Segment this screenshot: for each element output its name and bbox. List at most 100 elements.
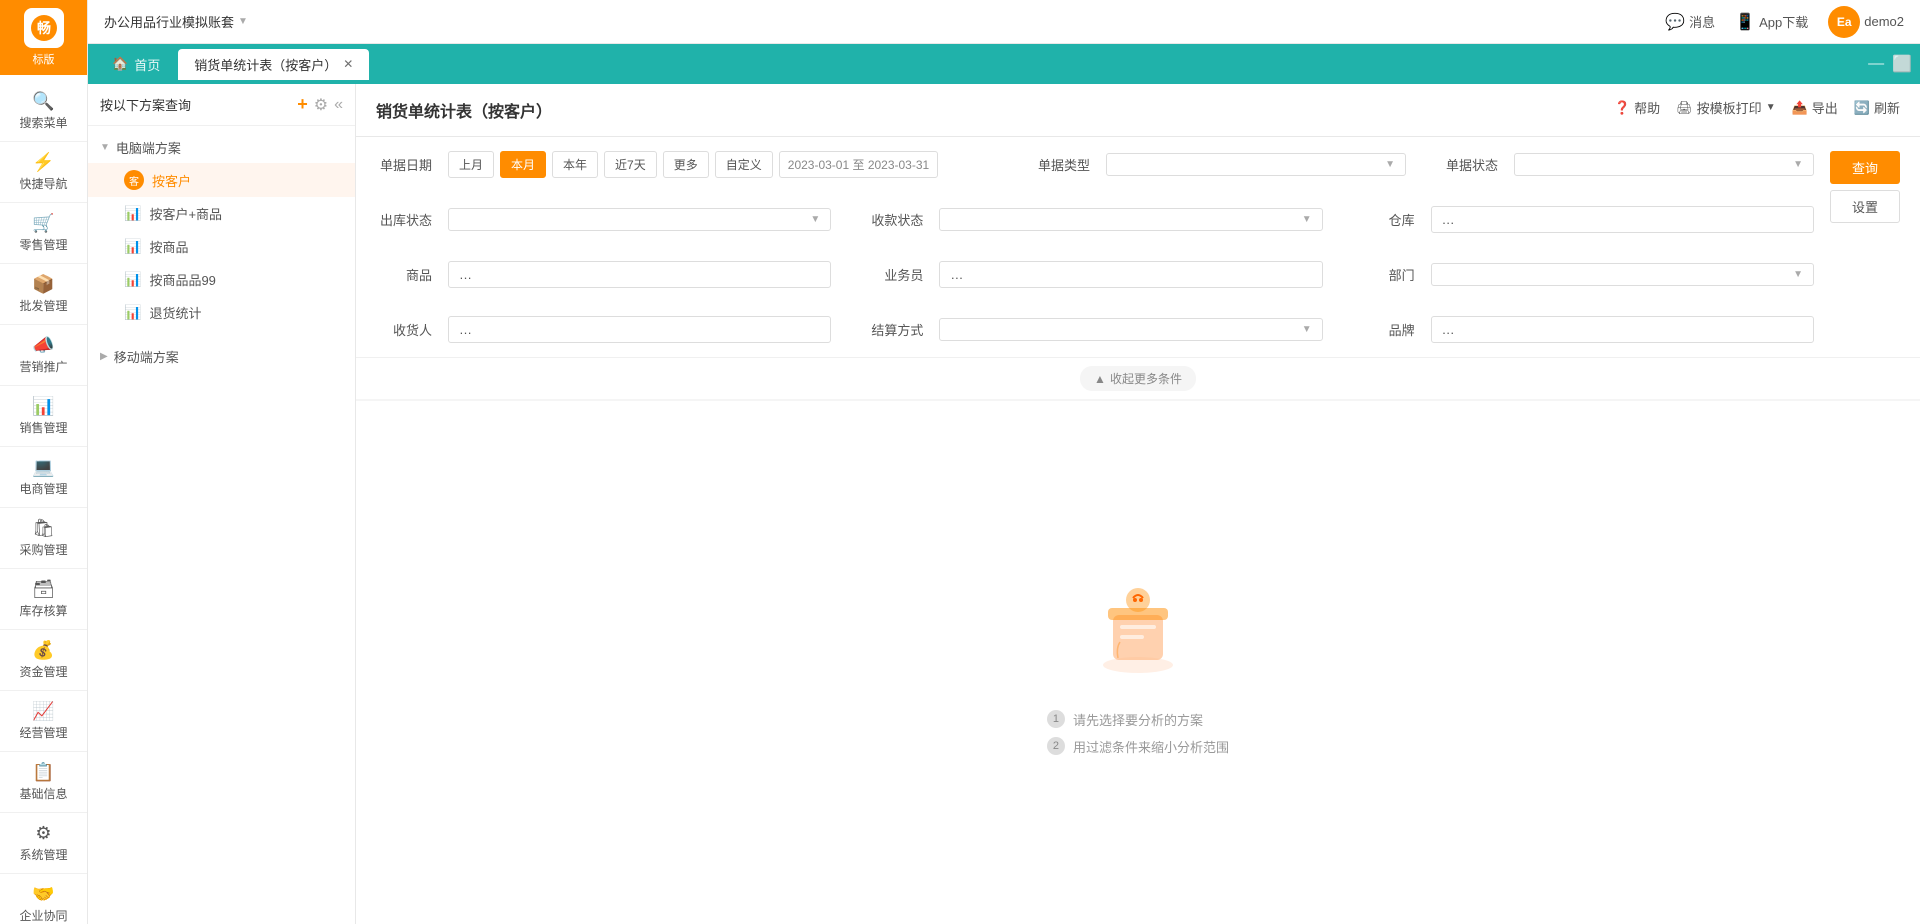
app-subtitle: 标版 (33, 51, 55, 67)
template-print-label: 按模板打印 (1697, 98, 1762, 117)
tree-item-return-stats[interactable]: 📊 退货统计 (88, 296, 355, 329)
sidebar-item-enterprise-collab[interactable]: 🤝 企业协同 (0, 874, 87, 924)
brand-select[interactable]: … (1431, 316, 1814, 343)
goods-label: 商品 (376, 265, 432, 284)
department-select[interactable]: ▼ (1431, 263, 1814, 286)
order-type-select[interactable]: ▼ (1106, 153, 1406, 176)
sidebar-item-wholesale-mgmt[interactable]: 📦 批发管理 (0, 264, 87, 325)
collapse-button[interactable]: ▲ 收起更多条件 (1080, 366, 1196, 391)
sidebar-item-label: 批发管理 (19, 297, 67, 314)
export-label: 导出 (1812, 98, 1838, 117)
tree-item-by-goods[interactable]: 📊 按商品 (88, 230, 355, 263)
tree-item-label: 按商品品99 (149, 270, 215, 289)
sidebar-item-search-menu[interactable]: 🔍 搜索菜单 (0, 81, 87, 142)
sidebar-item-purchase-mgmt[interactable]: 🛍 采购管理 (0, 508, 87, 569)
help-btn[interactable]: ❓ 帮助 (1614, 98, 1660, 117)
empty-hint-2: 2 用过滤条件来缩小分析范围 (1047, 737, 1229, 756)
out-status-label: 出库状态 (376, 210, 432, 229)
payment-status-control: ▼ (939, 208, 1322, 231)
date-btn-custom[interactable]: 自定义 (715, 151, 773, 178)
collapse-row[interactable]: ▲ 收起更多条件 (356, 357, 1920, 399)
template-print-btn[interactable]: 🖨 按模板打印 ▼ (1676, 98, 1775, 117)
tree-item-by-goods-99[interactable]: 📊 按商品品99 (88, 263, 355, 296)
app-download-btn[interactable]: 📱 App下载 (1735, 12, 1808, 32)
desktop-section-header[interactable]: ▼ 电脑端方案 (88, 132, 355, 163)
user-profile[interactable]: Ea demo2 (1828, 6, 1904, 38)
add-scheme-btn[interactable]: + (297, 94, 308, 115)
chart-icon-1: 📊 (124, 205, 141, 222)
empty-illustration (1078, 570, 1198, 690)
salesperson-control: … (939, 261, 1322, 288)
tabbar: 🏠 首页 销货单统计表（按客户） ✕ — ⬜ (88, 44, 1920, 84)
tree-item-label: 按客户 (152, 171, 191, 190)
inventory-calc-icon: 🗃 (32, 579, 55, 600)
message-btn[interactable]: 💬 消息 (1665, 12, 1715, 32)
window-minimize-btn[interactable]: — (1868, 55, 1884, 73)
date-btn-more[interactable]: 更多 (663, 151, 709, 178)
order-status-select[interactable]: ▼ (1514, 153, 1814, 176)
dropdown-icon: ▼ (238, 16, 248, 27)
mobile-section-header[interactable]: ▶ 移动端方案 (88, 341, 355, 372)
tab-close-icon[interactable]: ✕ (343, 57, 353, 71)
payment-status-select[interactable]: ▼ (939, 208, 1322, 231)
date-btn-this-month[interactable]: 本月 (500, 151, 546, 178)
right-panel: 销货单统计表（按客户） ❓ 帮助 🖨 按模板打印 ▼ 📤 导出 (356, 84, 1920, 924)
tree-item-by-customer[interactable]: 客 按客户 (88, 163, 355, 197)
warehouse-select[interactable]: … (1431, 206, 1814, 233)
sidebar-item-system-mgmt[interactable]: ⚙ 系统管理 (0, 813, 87, 874)
date-btn-last-7-days[interactable]: 近7天 (604, 151, 657, 178)
settlement-control: ▼ (939, 318, 1322, 341)
account-name: 办公用品行业模拟账套 (104, 12, 234, 31)
sidebar-item-label: 企业协同 (19, 907, 67, 924)
sidebar-item-inventory-calc[interactable]: 🗃 库存核算 (0, 569, 87, 630)
sidebar-item-quick-nav[interactable]: ⚡ 快捷导航 (0, 142, 87, 203)
tab-home[interactable]: 🏠 首页 (96, 49, 176, 80)
settings-button[interactable]: 设置 (1830, 190, 1900, 223)
export-icon: 📤 (1792, 100, 1808, 116)
order-status-control: ▼ (1514, 153, 1814, 176)
sidebar-item-marketing[interactable]: 📣 营销推广 (0, 325, 87, 386)
system-mgmt-icon: ⚙ (35, 823, 51, 844)
refresh-btn[interactable]: 🔄 刷新 (1854, 98, 1900, 117)
collapse-panel-btn[interactable]: « (334, 96, 343, 114)
account-dropdown[interactable]: 办公用品行业模拟账套 ▼ (104, 12, 248, 31)
sidebar-item-basic-info[interactable]: 📋 基础信息 (0, 752, 87, 813)
filter-row-recipient: 收货人 … 结算方式 ▼ (376, 316, 1814, 343)
hint-text-2: 用过滤条件来缩小分析范围 (1073, 737, 1229, 756)
date-btn-this-year[interactable]: 本年 (552, 151, 598, 178)
enterprise-collab-icon: 🤝 (32, 884, 54, 905)
tree-item-by-customer-goods[interactable]: 📊 按客户+商品 (88, 197, 355, 230)
app-download-icon: 📱 (1735, 12, 1755, 32)
mobile-section: ▶ 移动端方案 (88, 335, 355, 378)
order-status-label: 单据状态 (1442, 155, 1498, 174)
date-label: 单据日期 (376, 155, 432, 174)
department-control: ▼ (1431, 263, 1814, 286)
settlement-select[interactable]: ▼ (939, 318, 1322, 341)
sidebar-item-retail-mgmt[interactable]: 🛒 零售管理 (0, 203, 87, 264)
chart-icon-3: 📊 (124, 271, 141, 288)
svg-text:畅: 畅 (37, 20, 51, 36)
export-btn[interactable]: 📤 导出 (1792, 98, 1838, 117)
salesperson-select[interactable]: … (939, 261, 1322, 288)
query-button[interactable]: 查询 (1830, 151, 1900, 184)
date-range-display: 2023-03-01 至 2023-03-31 (779, 151, 938, 178)
sidebar-item-operations-mgmt[interactable]: 📈 经营管理 (0, 691, 87, 752)
department-label: 部门 (1359, 265, 1415, 284)
desktop-section: ▼ 电脑端方案 客 按客户 📊 按客户+商品 📊 按商品 📊 按商品品 (88, 126, 355, 335)
tab-sales-stats[interactable]: 销货单统计表（按客户） ✕ (178, 49, 369, 80)
help-label: 帮助 (1634, 98, 1660, 117)
settings-scheme-btn[interactable]: ⚙ (314, 95, 328, 115)
warehouse-label: 仓库 (1359, 210, 1415, 229)
out-status-select[interactable]: ▼ (448, 208, 831, 231)
filter-row-date: 单据日期 上月 本月 本年 近7天 更多 自定义 2023-03-01 至 20… (376, 151, 1814, 178)
left-panel-header: 按以下方案查询 + ⚙ « (88, 84, 355, 126)
empty-hints: 1 请先选择要分析的方案 2 用过滤条件来缩小分析范围 (1047, 710, 1229, 756)
sidebar-item-finance-mgmt[interactable]: 💰 资金管理 (0, 630, 87, 691)
window-maximize-btn[interactable]: ⬜ (1892, 54, 1912, 74)
sidebar-item-sales-mgmt[interactable]: 📊 销售管理 (0, 386, 87, 447)
goods-dots: … (459, 267, 472, 282)
goods-select[interactable]: … (448, 261, 831, 288)
date-btn-last-month[interactable]: 上月 (448, 151, 494, 178)
sidebar-item-ecommerce-mgmt[interactable]: 💻 电商管理 (0, 447, 87, 508)
recipient-select[interactable]: … (448, 316, 831, 343)
